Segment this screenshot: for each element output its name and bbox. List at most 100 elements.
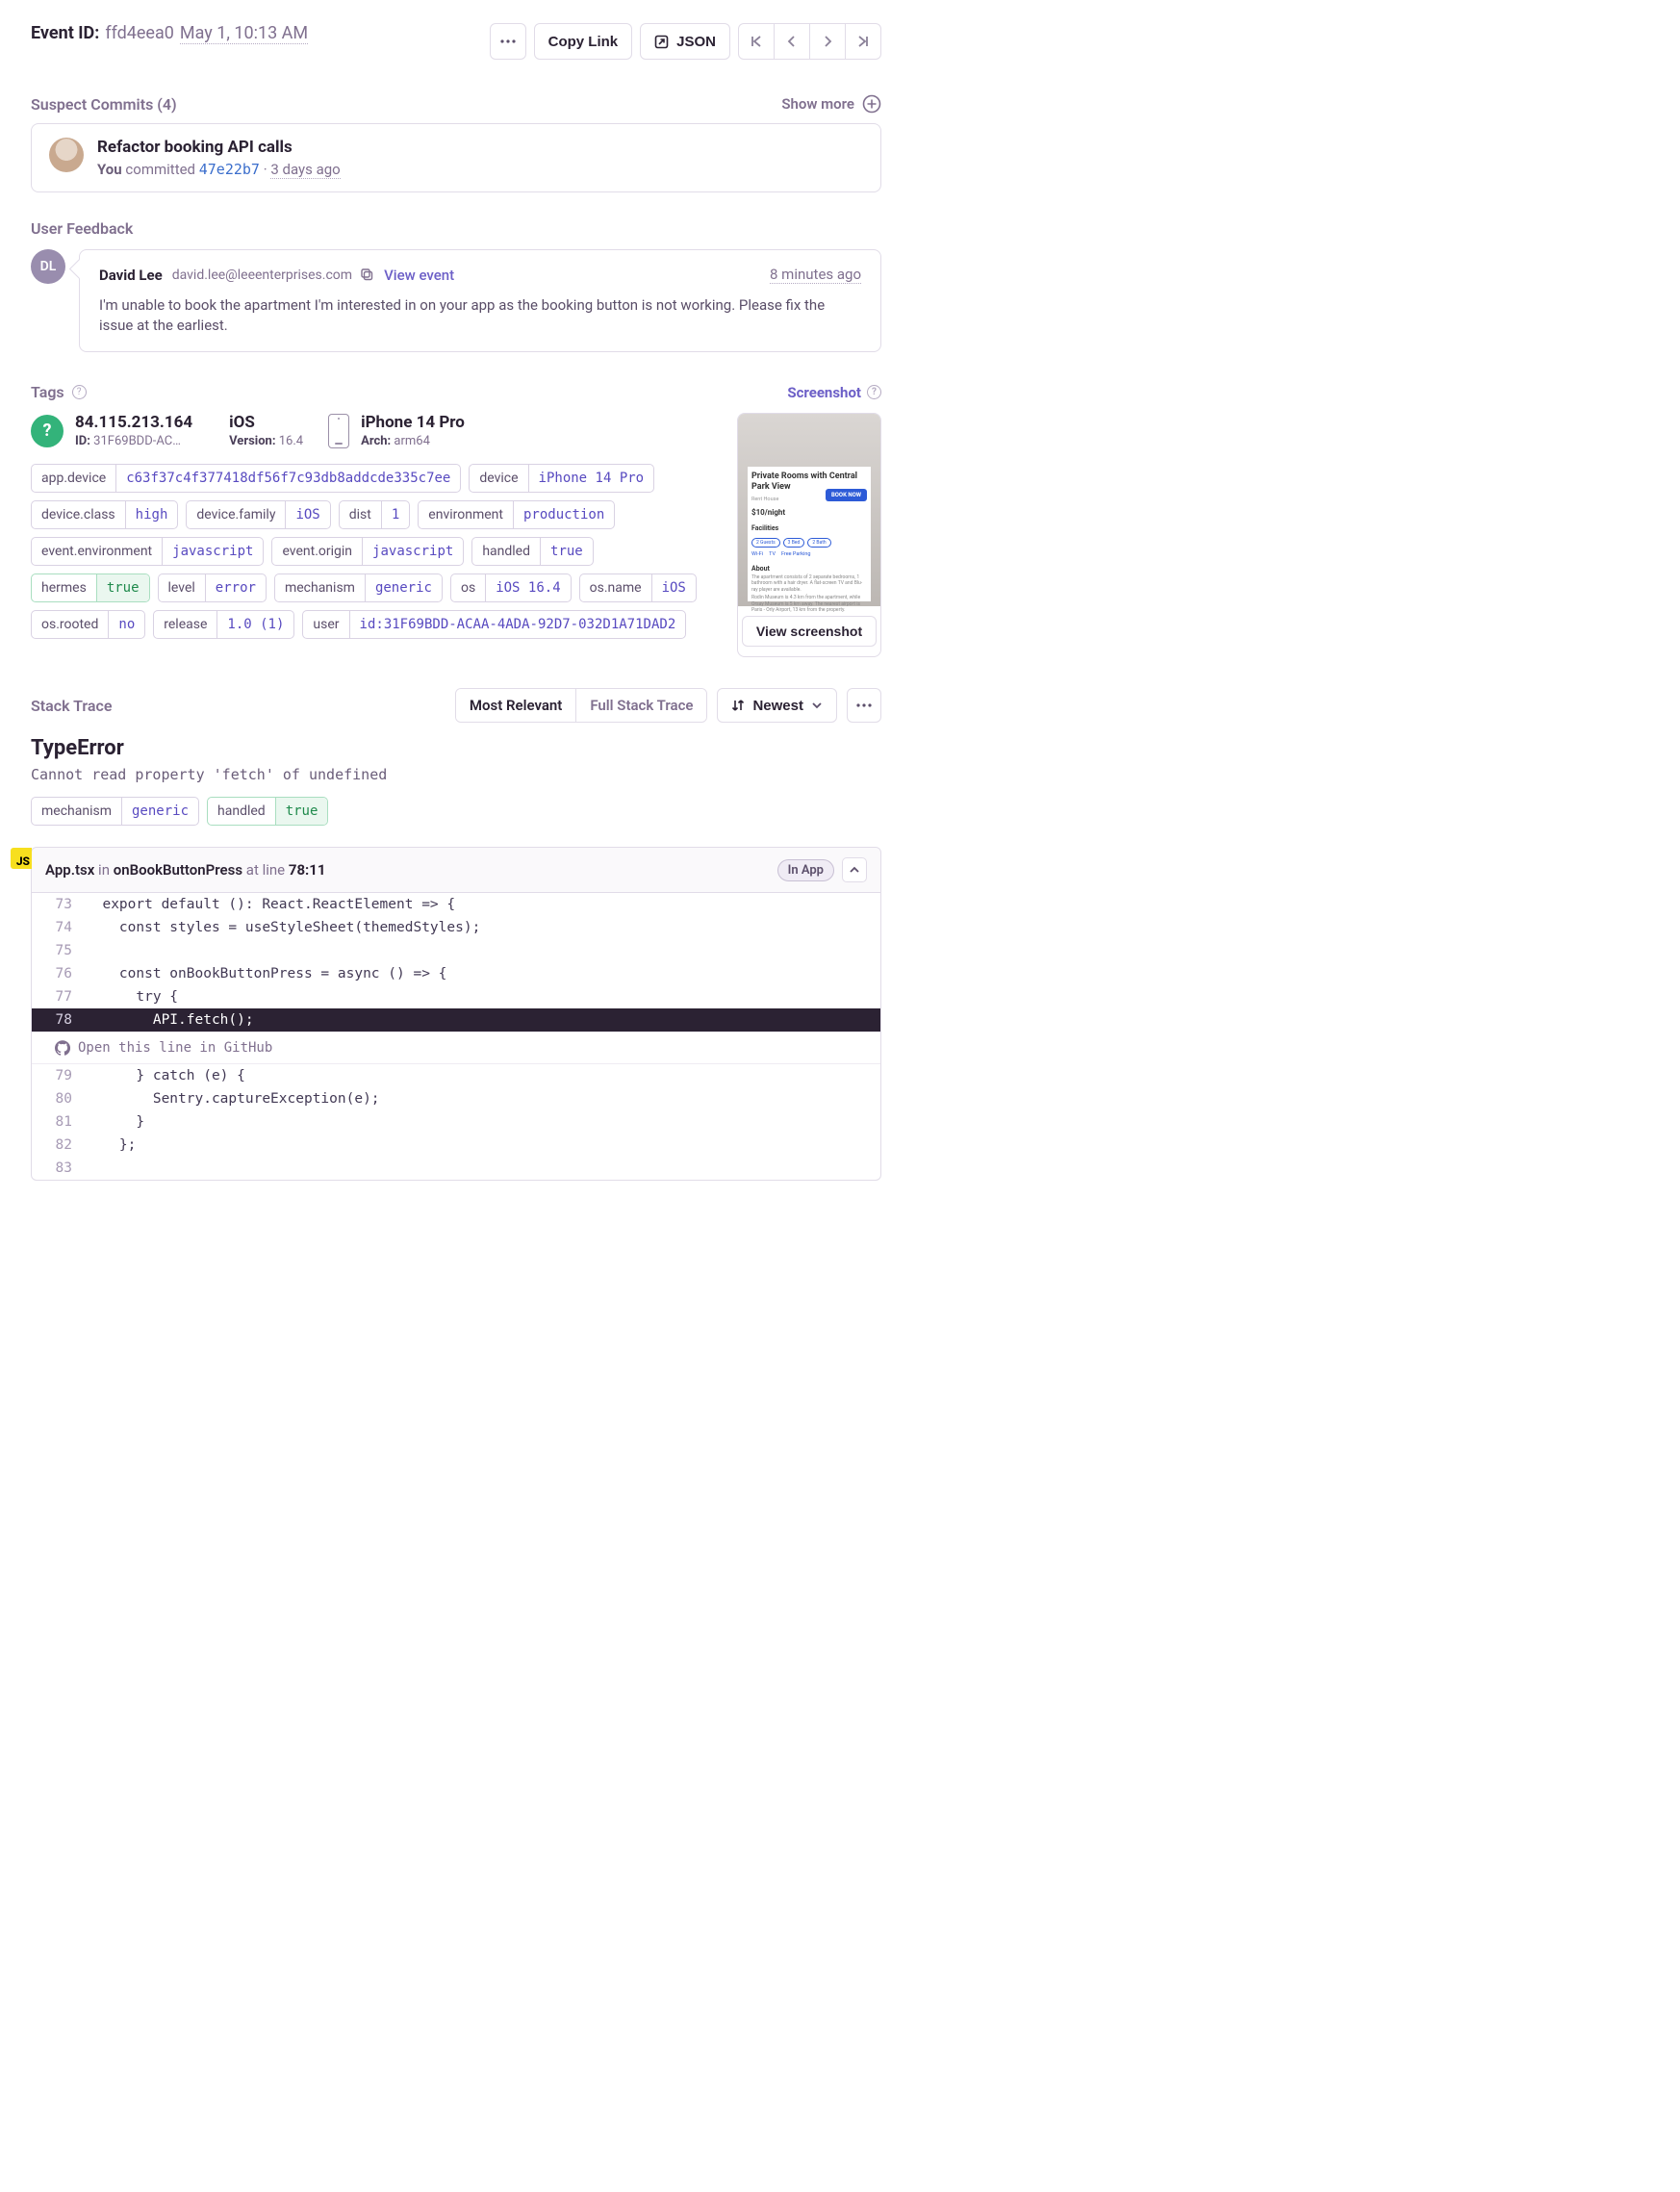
- screenshot-link[interactable]: Screenshot ?: [787, 384, 881, 401]
- code-line: 76 const onBookButtonPress = async () =>…: [32, 962, 880, 985]
- nav-next-button[interactable]: [809, 23, 846, 60]
- tag-release[interactable]: release1.0 (1): [153, 610, 294, 639]
- stack-frame: JS App.tsx in onBookButtonPress at line …: [31, 847, 881, 1181]
- feedback-email: david.lee@leeenterprises.com: [172, 268, 352, 283]
- error-tags: mechanismgeneric handledtrue: [31, 797, 881, 826]
- sort-icon: [731, 699, 745, 712]
- view-screenshot-button[interactable]: View screenshot: [742, 616, 877, 647]
- skip-back-icon: [750, 35, 763, 48]
- tag-app-device[interactable]: app.devicec63f37c4f377418df56f7c93db8add…: [31, 464, 461, 493]
- feedback-name: David Lee: [99, 267, 163, 284]
- code-line: 83: [32, 1157, 880, 1180]
- code-line: 75: [32, 939, 880, 962]
- tab-most-relevant[interactable]: Most Relevant: [456, 689, 575, 722]
- tag-device-class[interactable]: device.classhigh: [31, 500, 178, 529]
- code-line: 74 const styles = useStyleSheet(themedSt…: [32, 916, 880, 939]
- screenshot-thumb[interactable]: Private Rooms with Central Park View BOO…: [738, 414, 880, 606]
- code-line: 80 Sentry.captureException(e);: [32, 1087, 880, 1110]
- help-icon[interactable]: ?: [72, 385, 87, 399]
- tag-dist[interactable]: dist1: [339, 500, 411, 529]
- nav-last-button[interactable]: [845, 23, 881, 60]
- copy-link-button[interactable]: Copy Link: [534, 23, 633, 60]
- tags-header: Tags ? Screenshot ?: [31, 383, 881, 401]
- event-header: Event ID: ffd4eea0 May 1, 10:13 AM Copy …: [31, 23, 881, 60]
- commit-title: Refactor booking API calls: [97, 138, 341, 157]
- view-event-link[interactable]: View event: [384, 267, 454, 284]
- commit-sha[interactable]: 47e22b7: [199, 161, 260, 178]
- frame-file: App.tsx: [45, 861, 94, 879]
- chevron-down-icon: [811, 701, 823, 709]
- chevron-up-icon: [849, 866, 860, 874]
- feedback-body: I'm unable to book the apartment I'm int…: [99, 295, 861, 336]
- chevron-left-icon: [786, 35, 798, 48]
- show-more-button[interactable]: Show more: [781, 94, 881, 114]
- error-tag-handled[interactable]: handledtrue: [207, 797, 328, 826]
- error-tag-mechanism[interactable]: mechanismgeneric: [31, 797, 199, 826]
- tag-mechanism[interactable]: mechanismgeneric: [274, 573, 443, 602]
- feedback-avatar: DL: [31, 249, 65, 284]
- event-id-label: Event ID:: [31, 23, 99, 43]
- help-icon[interactable]: ?: [867, 385, 881, 399]
- highlight-os[interactable]: iOS Version: 16.4: [217, 413, 303, 448]
- skip-forward-icon: [856, 35, 870, 48]
- code-line: 77 try {: [32, 985, 880, 1008]
- commit-card[interactable]: Refactor booking API calls You committed…: [31, 123, 881, 192]
- tag-handled[interactable]: handledtrue: [471, 537, 593, 566]
- highlight-ip[interactable]: ? 84.115.213.164 ID: 31F69BDD-AC…: [31, 413, 192, 448]
- tab-full-stack[interactable]: Full Stack Trace: [575, 689, 706, 722]
- event-date: May 1, 10:13 AM: [180, 23, 308, 44]
- tag-event-environment[interactable]: event.environmentjavascript: [31, 537, 264, 566]
- feedback-card: David Lee david.lee@leeenterprises.com V…: [79, 249, 881, 352]
- stack-trace-header: Stack Trace Most Relevant Full Stack Tra…: [31, 688, 881, 723]
- in-app-badge: In App: [777, 859, 834, 881]
- tag-device-family[interactable]: device.familyiOS: [186, 500, 330, 529]
- tags-title: Tags: [31, 383, 64, 401]
- screenshot-card: Private Rooms with Central Park View BOO…: [737, 413, 881, 657]
- nav-prev-button[interactable]: [774, 23, 810, 60]
- open-in-github-button[interactable]: Open this line in GitHub: [32, 1032, 880, 1064]
- frame-header[interactable]: App.tsx in onBookButtonPress at line 78:…: [32, 848, 880, 893]
- collapse-frame-button[interactable]: [842, 857, 867, 882]
- suspect-commits-header: Suspect Commits (4) Show more: [31, 94, 881, 114]
- tag-hermes[interactable]: hermestrue: [31, 573, 150, 602]
- stack-more-button[interactable]: [847, 688, 881, 723]
- error-name: TypeError: [31, 736, 881, 760]
- tag-device[interactable]: deviceiPhone 14 Pro: [469, 464, 654, 493]
- more-actions-button[interactable]: [490, 23, 526, 60]
- tag-os-name[interactable]: os.nameiOS: [579, 573, 697, 602]
- code-line: 81 }: [32, 1110, 880, 1134]
- code-line: 78 API.fetch();: [32, 1008, 880, 1032]
- user-feedback: DL David Lee david.lee@leeenterprises.co…: [31, 249, 881, 352]
- ellipsis-icon: [500, 39, 516, 43]
- event-id-value: ffd4eea0: [105, 23, 174, 43]
- event-title: Event ID: ffd4eea0 May 1, 10:13 AM: [31, 23, 308, 44]
- code-line: 79 } catch (e) {: [32, 1064, 880, 1087]
- code-body: 73 export default (): React.ReactElement…: [32, 893, 880, 1180]
- stack-view-tabs: Most Relevant Full Stack Trace: [455, 688, 708, 723]
- tag-os-rooted[interactable]: os.rootedno: [31, 610, 145, 639]
- external-link-icon: [654, 35, 669, 49]
- github-icon: [55, 1040, 70, 1056]
- suspect-commits-title: Suspect Commits (4): [31, 95, 177, 114]
- sort-button[interactable]: Newest: [717, 688, 837, 723]
- plus-circle-icon: [862, 94, 881, 114]
- header-actions: Copy Link JSON: [490, 23, 881, 60]
- tag-user[interactable]: userid:31F69BDD-ACAA-4ADA-92D7-032D1A71D…: [302, 610, 686, 639]
- ellipsis-icon: [856, 703, 872, 707]
- frame-function: onBookButtonPress: [114, 861, 242, 879]
- commit-age: 3 days ago: [270, 161, 340, 179]
- nav-first-button[interactable]: [738, 23, 775, 60]
- commit-author-avatar: [49, 138, 84, 172]
- error-message: Cannot read property 'fetch' of undefine…: [31, 766, 881, 783]
- stack-trace-title: Stack Trace: [31, 697, 112, 715]
- tag-environment[interactable]: environmentproduction: [418, 500, 615, 529]
- highlight-device[interactable]: iPhone 14 Pro Arch: arm64: [328, 413, 465, 448]
- question-badge-icon: ?: [31, 415, 64, 447]
- tag-os[interactable]: osiOS 16.4: [450, 573, 572, 602]
- tag-event-origin[interactable]: event.originjavascript: [271, 537, 464, 566]
- commit-meta: You committed 47e22b7 · 3 days ago: [97, 161, 341, 178]
- tag-level[interactable]: levelerror: [158, 573, 267, 602]
- copy-icon[interactable]: [360, 268, 374, 282]
- json-button[interactable]: JSON: [640, 23, 730, 60]
- phone-icon: [328, 414, 349, 448]
